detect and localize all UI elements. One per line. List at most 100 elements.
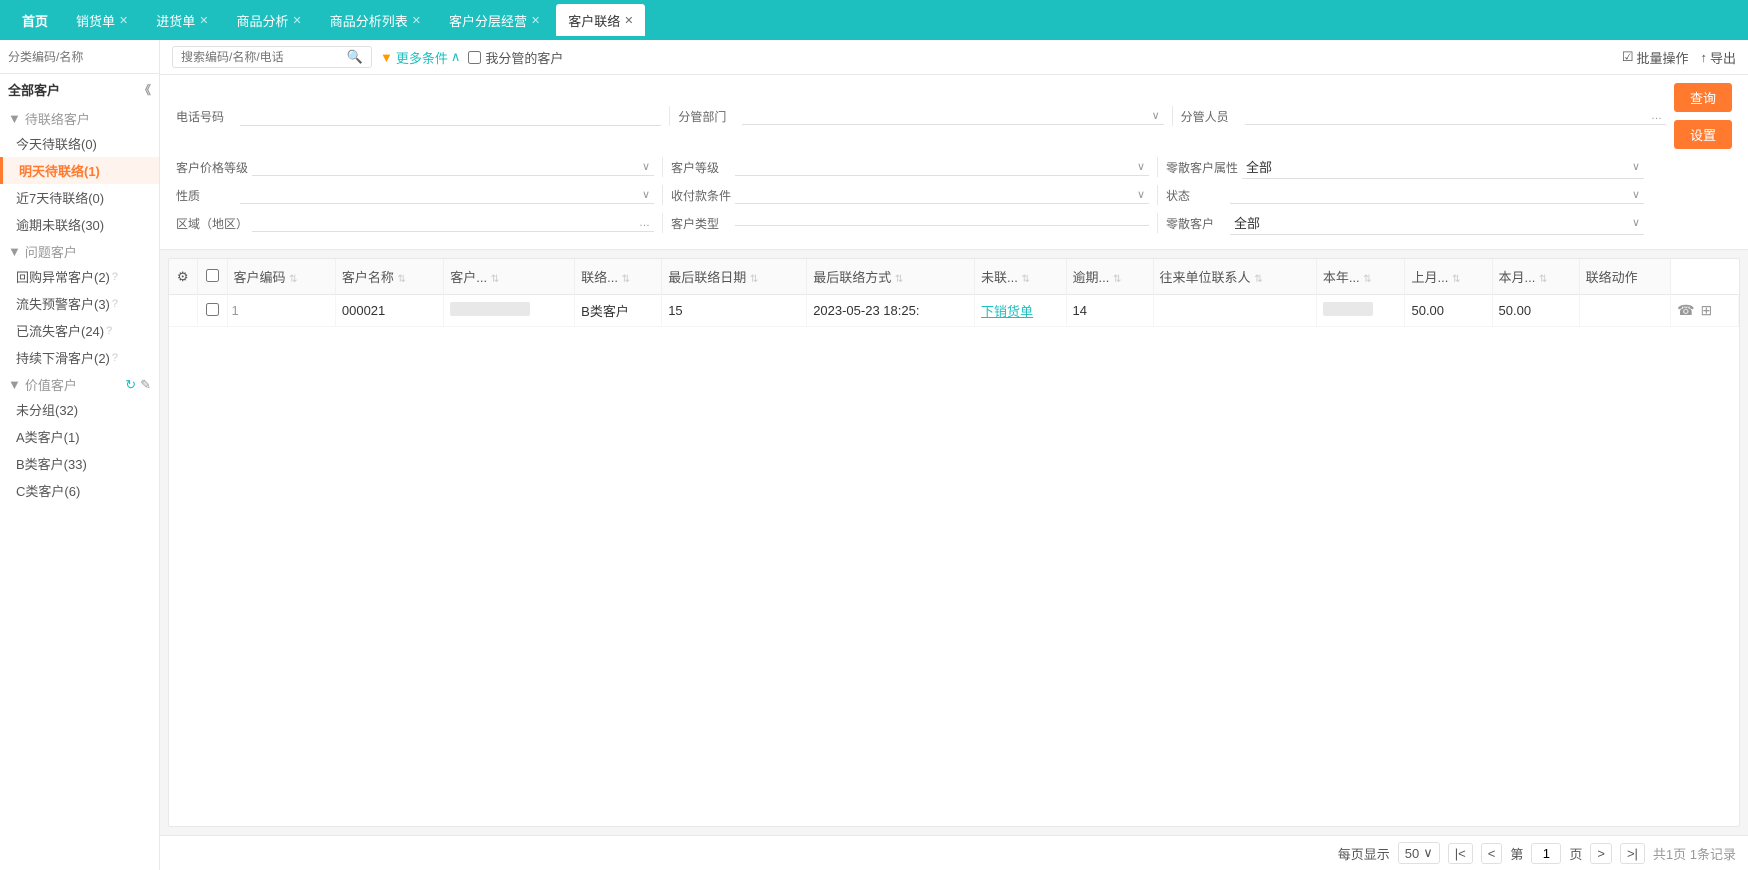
- query-button[interactable]: 查询: [1674, 83, 1732, 112]
- customer-level-select[interactable]: ∨: [735, 158, 1149, 176]
- search-icon[interactable]: 🔍: [347, 49, 363, 65]
- gender-select[interactable]: ∨: [240, 186, 654, 204]
- close-icon[interactable]: ✕: [412, 14, 421, 27]
- row-last-month: 50.00: [1492, 295, 1579, 327]
- customer-type-label: 客户类型: [671, 215, 731, 232]
- status-select[interactable]: ∨: [1230, 186, 1644, 204]
- sidebar-item-declining[interactable]: 持续下滑客户(2) ?: [0, 344, 159, 371]
- more-icon2: …: [639, 217, 650, 229]
- hint-icon4: ?: [112, 352, 118, 364]
- page-number-input[interactable]: [1531, 843, 1561, 864]
- area-select[interactable]: …: [252, 215, 654, 232]
- th-customer-type[interactable]: 客户... ⇅: [444, 259, 575, 295]
- manager-select[interactable]: …: [1245, 108, 1666, 125]
- th-gear[interactable]: ⚙: [169, 259, 197, 295]
- status-label: 状态: [1166, 187, 1226, 204]
- nav-home-label: 首页: [22, 11, 48, 30]
- row-checkbox[interactable]: [206, 303, 219, 316]
- retail-customer-select[interactable]: 全部 ∨: [1230, 211, 1644, 235]
- sidebar-item-churn-warning[interactable]: 流失预警客户(3) ?: [0, 290, 159, 317]
- th-customer-name[interactable]: 客户名称 ⇅: [335, 259, 443, 295]
- chevron-down-icon8: ∨: [1632, 216, 1640, 229]
- contact-action-icon[interactable]: ☎: [1677, 302, 1694, 319]
- select-all-checkbox[interactable]: [206, 269, 219, 282]
- my-customers-checkbox[interactable]: [468, 51, 481, 64]
- th-this-year[interactable]: 本年... ⇅: [1316, 259, 1405, 295]
- sidebar-item-churned[interactable]: 已流失客户(24) ?: [0, 317, 159, 344]
- retail-attr-select[interactable]: 全部 ∨: [1242, 155, 1644, 179]
- sidebar-group-value: ▼ 价值客户 ↻ ✎: [0, 371, 159, 396]
- payment-select[interactable]: ∨: [735, 186, 1149, 204]
- export-icon: ↑: [1700, 50, 1707, 65]
- first-page-btn[interactable]: |<: [1448, 843, 1473, 864]
- th-overdue[interactable]: 逾期... ⇅: [1066, 259, 1153, 295]
- sidebar-item-overdue[interactable]: 逾期未联络(30): [0, 211, 159, 238]
- sort-icon8: ⇅: [1113, 274, 1121, 285]
- retail-attr-label: 零散客户属性: [1166, 159, 1238, 176]
- settings-button[interactable]: 设置: [1674, 120, 1732, 149]
- nav-goods-analysis[interactable]: 商品分析 ✕: [224, 4, 313, 36]
- close-icon[interactable]: ✕: [624, 14, 633, 27]
- sidebar-search-input[interactable]: [8, 50, 160, 64]
- nav-customer-contact[interactable]: 客户联络 ✕: [556, 4, 645, 36]
- sort-icon7: ⇅: [1021, 274, 1029, 285]
- triangle-icon3: ▼: [8, 377, 21, 392]
- th-last-method[interactable]: 最后联络方式 ⇅: [807, 259, 975, 295]
- filter-value-level: 客户价格等级 ∨: [176, 158, 654, 176]
- chevron-down-icon2: ∨: [642, 160, 650, 173]
- total-text: 共1页 1条记录: [1653, 844, 1736, 863]
- edit-icon[interactable]: ✎: [140, 377, 151, 393]
- th-customer-code[interactable]: 客户编码 ⇅: [227, 259, 335, 295]
- close-icon[interactable]: ✕: [119, 14, 128, 27]
- prev-page-btn[interactable]: <: [1481, 843, 1503, 864]
- th-this-month[interactable]: 本月... ⇅: [1492, 259, 1579, 295]
- last-page-btn[interactable]: >|: [1620, 843, 1645, 864]
- nav-customer-layering[interactable]: 客户分层经营 ✕: [437, 4, 552, 36]
- grid-action-icon[interactable]: ⊞: [1701, 302, 1713, 319]
- close-icon[interactable]: ✕: [293, 14, 302, 27]
- nav-sales-order-label: 销货单: [76, 11, 115, 30]
- th-unit-contact[interactable]: 往来单位联系人 ⇅: [1153, 259, 1316, 295]
- close-icon[interactable]: ✕: [531, 14, 540, 27]
- dept-label: 分管部门: [678, 108, 738, 125]
- th-last-month[interactable]: 上月... ⇅: [1405, 259, 1492, 295]
- sidebar-item-class-a[interactable]: A类客户(1): [0, 423, 159, 450]
- search-input[interactable]: [181, 50, 347, 64]
- sidebar-item-class-c[interactable]: C类客户(6): [0, 477, 159, 504]
- more-conditions-btn[interactable]: ▼ 更多条件 ∧: [380, 48, 460, 67]
- th-checkbox[interactable]: [197, 259, 227, 295]
- th-unlinked[interactable]: 未联... ⇅: [975, 259, 1066, 295]
- sidebar-item-7days[interactable]: 近7天待联络(0): [0, 184, 159, 211]
- page-size-select[interactable]: 50 ∨: [1398, 842, 1440, 864]
- th-contact-count[interactable]: 联络... ⇅: [575, 259, 662, 295]
- sidebar-item-ungrouped[interactable]: 未分组(32): [0, 396, 159, 423]
- th-last-date[interactable]: 最后联络日期 ⇅: [662, 259, 807, 295]
- last-method-link[interactable]: 下销货单: [981, 304, 1033, 319]
- row-name: [444, 295, 575, 327]
- nav-purchase-order[interactable]: 进货单 ✕: [144, 4, 220, 36]
- export-btn[interactable]: ↑ 导出: [1700, 48, 1736, 67]
- nav-home[interactable]: 首页: [10, 4, 60, 36]
- sidebar-all-customers[interactable]: 全部客户 《: [0, 74, 159, 105]
- my-customers-filter[interactable]: 我分管的客户: [468, 48, 563, 67]
- row-gear-cell: [169, 295, 197, 327]
- value-level-select[interactable]: ∨: [252, 158, 654, 176]
- row-last-date: 2023-05-23 18:25:: [807, 295, 975, 327]
- sidebar-item-abnormal[interactable]: 回购异常客户(2) ?: [0, 263, 159, 290]
- nav-goods-list[interactable]: 商品分析列表 ✕: [318, 4, 433, 36]
- sort-icon6: ⇅: [895, 274, 903, 285]
- filter-row-2: 客户价格等级 ∨ 客户等级 ∨ 零散客户属性: [176, 155, 1732, 179]
- checkbox-icon: ☑: [1622, 49, 1634, 65]
- sidebar-item-tomorrow[interactable]: 明天待联络(1): [0, 157, 159, 184]
- refresh-icon[interactable]: ↻: [125, 377, 136, 393]
- next-page-btn[interactable]: >: [1590, 843, 1612, 864]
- dept-select[interactable]: ∨: [742, 107, 1163, 125]
- hint-icon2: ?: [112, 298, 118, 310]
- customer-type-select[interactable]: [735, 221, 1149, 226]
- sidebar-item-today[interactable]: 今天待联络(0): [0, 130, 159, 157]
- close-icon[interactable]: ✕: [199, 14, 208, 27]
- sidebar-item-class-b[interactable]: B类客户(33): [0, 450, 159, 477]
- phone-input[interactable]: [240, 107, 661, 126]
- nav-sales-order[interactable]: 销货单 ✕: [64, 4, 140, 36]
- batch-op-btn[interactable]: ☑ 批量操作: [1622, 48, 1689, 67]
